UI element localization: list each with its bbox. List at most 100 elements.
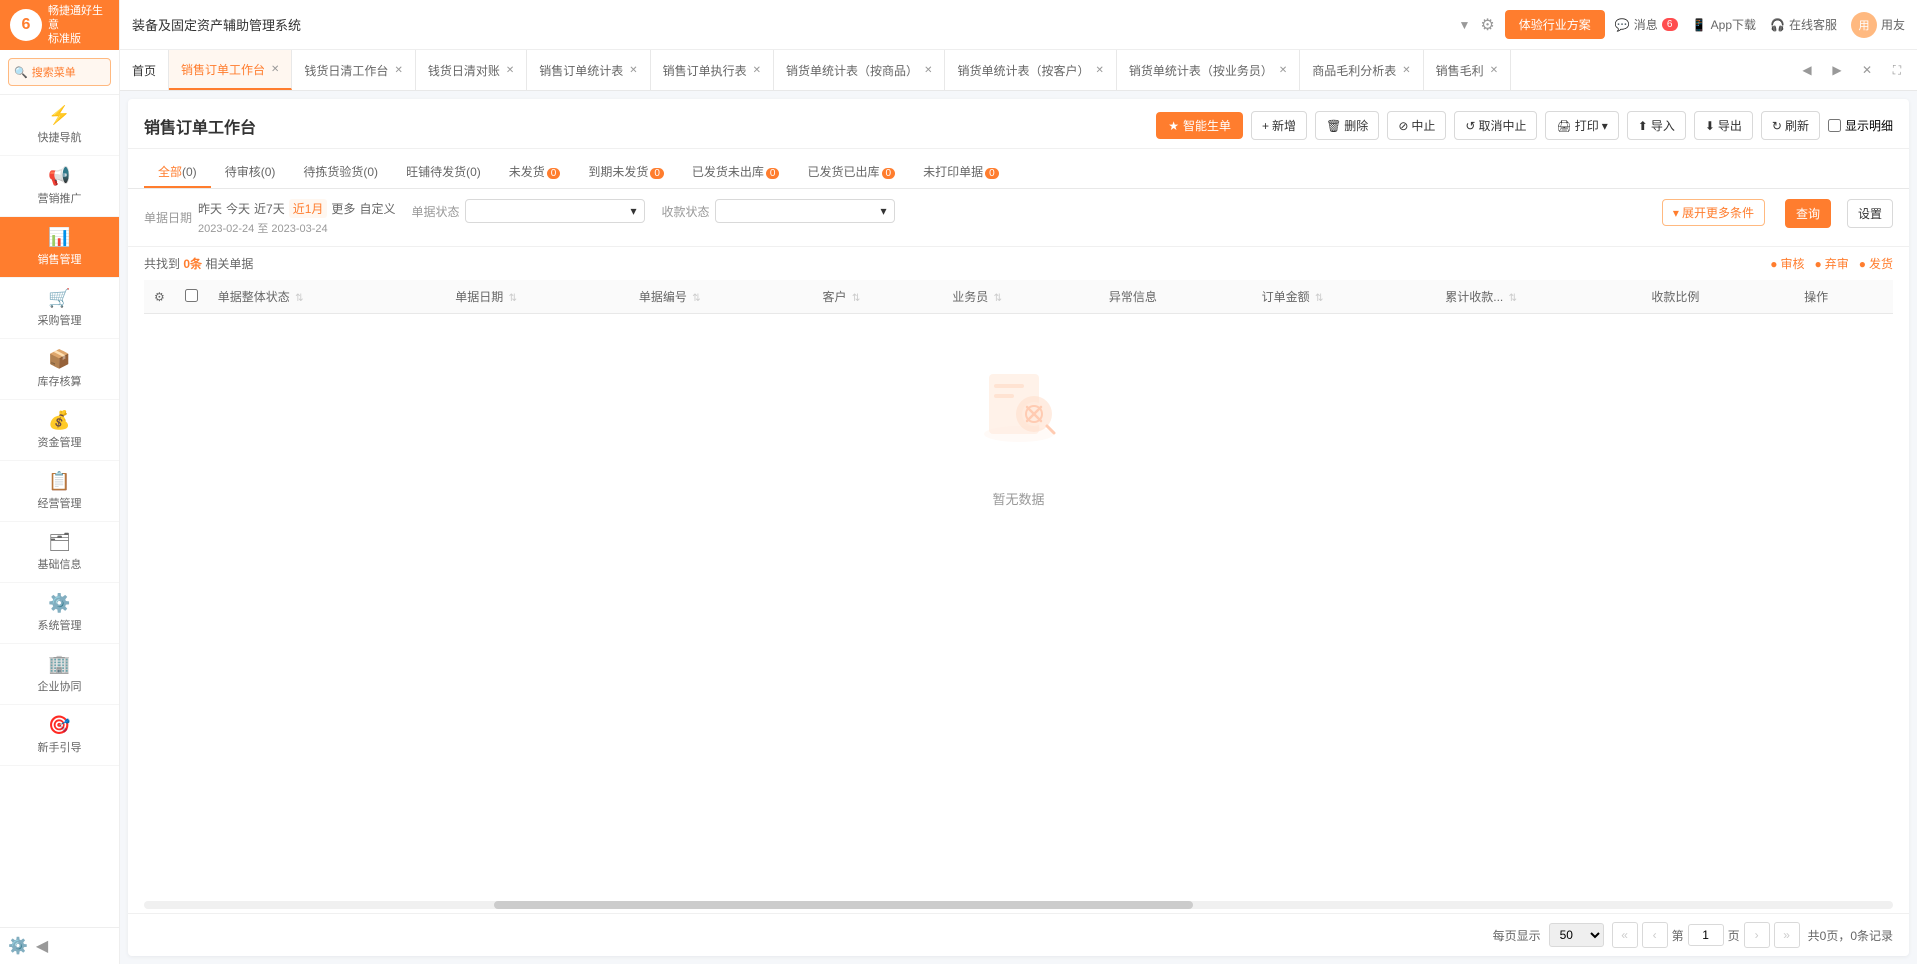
search-menu-button[interactable]: 🔍 搜索菜单	[8, 58, 111, 86]
col-staff[interactable]: 业务员 ⇅	[942, 280, 1099, 314]
sub-tab-shipped-not-out[interactable]: 已发货未出库0	[678, 157, 794, 188]
tab-cash-daily[interactable]: 钱货日清工作台 ✕	[292, 50, 415, 90]
message-item[interactable]: 💬 消息 6	[1615, 16, 1678, 33]
sub-tab-not-printed[interactable]: 未打印单据0	[909, 157, 1013, 188]
show-detail-checkbox[interactable]	[1828, 119, 1841, 132]
smart-create-btn[interactable]: ★ 智能生单	[1156, 112, 1243, 139]
settings-gear-icon[interactable]: ⚙️	[8, 936, 28, 956]
col-checkbox[interactable]	[175, 280, 208, 314]
sidebar-item-basics[interactable]: 🗂 基础信息	[0, 522, 119, 583]
expand-filter-btn[interactable]: ▾ 展开更多条件	[1662, 199, 1765, 226]
tab-home[interactable]: 首页	[120, 50, 169, 90]
col-date[interactable]: 单据日期 ⇅	[445, 280, 629, 314]
first-page-btn[interactable]: «	[1612, 922, 1638, 948]
audit-btn[interactable]: ● 审核	[1770, 255, 1804, 272]
user-item[interactable]: 用 用友	[1851, 12, 1905, 38]
sidebar-item-marketing[interactable]: 📢 营销推广	[0, 156, 119, 217]
sidebar-item-inventory[interactable]: 📦 库存核算	[0, 339, 119, 400]
tab-sales-workbench[interactable]: 销售订单工作台 ✕	[169, 50, 292, 90]
tab-sales-execute[interactable]: 销售订单执行表 ✕	[651, 50, 774, 90]
sidebar-item-operations[interactable]: 📋 经营管理	[0, 461, 119, 522]
sidebar-item-purchase[interactable]: 🛒 采购管理	[0, 278, 119, 339]
tab-close-icon[interactable]: ✕	[271, 64, 279, 75]
export-btn[interactable]: ⬇ 导出	[1694, 111, 1753, 140]
sub-tab-all[interactable]: 全部(0)	[144, 157, 211, 188]
shortcut-custom[interactable]: 自定义	[359, 200, 395, 217]
tab-close-icon[interactable]: ✕	[394, 65, 402, 76]
sub-tab-pending-inspect[interactable]: 待拣货验货(0)	[289, 157, 392, 188]
col-customer[interactable]: 客户 ⇅	[813, 280, 943, 314]
sub-tab-overdue[interactable]: 到期未发货0	[574, 157, 678, 188]
cancel-stop-btn[interactable]: ↺ 取消中止	[1454, 111, 1537, 140]
tab-close-icon[interactable]: ✕	[1095, 65, 1103, 76]
sidebar-item-finance[interactable]: 💰 资金管理	[0, 400, 119, 461]
tab-close-icon[interactable]: ✕	[753, 65, 761, 76]
sub-tab-shipped-out[interactable]: 已发货已出库0	[793, 157, 909, 188]
col-number[interactable]: 单据编号 ⇅	[629, 280, 813, 314]
shortcut-yesterday[interactable]: 昨天	[198, 200, 222, 217]
col-settings[interactable]: ⚙	[144, 280, 175, 314]
system-dropdown-icon[interactable]: ▼	[1458, 18, 1470, 32]
tab-close-icon[interactable]: ✕	[1490, 65, 1498, 76]
scroll-thumb[interactable]	[494, 901, 1194, 909]
sub-tab-pending-review[interactable]: 待审核(0)	[211, 157, 290, 188]
tab-cash-reconcile[interactable]: 钱货日清对账 ✕	[416, 50, 527, 90]
stop-btn[interactable]: ⊘ 中止	[1387, 111, 1446, 140]
col-collected[interactable]: 累计收款... ⇅	[1435, 280, 1641, 314]
last-page-btn[interactable]: »	[1774, 922, 1800, 948]
add-btn[interactable]: + 新增	[1251, 111, 1307, 140]
tab-sales-summary-staff[interactable]: 销货单统计表（按业务员） ✕	[1117, 50, 1300, 90]
horizontal-scrollbar[interactable]	[144, 901, 1893, 909]
col-status[interactable]: 单据整体状态 ⇅	[208, 280, 446, 314]
trial-btn[interactable]: 体验行业方案	[1505, 10, 1605, 39]
shortcut-more[interactable]: 更多	[331, 200, 355, 217]
sidebar-item-system[interactable]: ⚙️ 系统管理	[0, 583, 119, 644]
import-btn[interactable]: ⬆ 导入	[1627, 111, 1686, 140]
next-page-btn[interactable]: ›	[1744, 922, 1770, 948]
app-download-item[interactable]: 📱 App下载	[1692, 16, 1756, 33]
page-size-select[interactable]: 50 10 20 100	[1549, 923, 1604, 947]
ship-btn[interactable]: ● 发货	[1859, 255, 1893, 272]
tab-sales-stats[interactable]: 销售订单统计表 ✕	[527, 50, 650, 90]
tab-close-icon[interactable]: ✕	[1402, 65, 1410, 76]
status-select[interactable]: ▾	[465, 199, 645, 223]
print-btn[interactable]: 🖨 打印 ▾	[1545, 111, 1618, 140]
sub-tab-wangpu[interactable]: 旺铺待发货(0)	[392, 157, 495, 188]
tab-close-icon[interactable]: ✕	[629, 65, 637, 76]
tab-sales-summary-product[interactable]: 销货单统计表（按商品） ✕	[774, 50, 945, 90]
query-btn[interactable]: 查询	[1785, 199, 1831, 228]
shortcut-1month[interactable]: 近1月	[289, 199, 328, 218]
sub-tab-not-shipped[interactable]: 未发货0	[495, 157, 575, 188]
tab-close-icon[interactable]: ✕	[924, 65, 932, 76]
sidebar-item-sales[interactable]: 📊 销售管理	[0, 217, 119, 278]
show-detail-label[interactable]: 显示明细	[1828, 117, 1893, 134]
tab-close-all-btn[interactable]: ✕	[1853, 56, 1881, 84]
shortcut-7days[interactable]: 近7天	[254, 200, 285, 217]
prev-page-btn[interactable]: ‹	[1642, 922, 1668, 948]
sidebar-item-enterprise[interactable]: 🏢 企业协同	[0, 644, 119, 705]
tab-sales-summary-customer[interactable]: 销货单统计表（按客户） ✕	[945, 50, 1116, 90]
date-range-display: 2023-02-24 至 2023-03-24	[198, 220, 395, 236]
online-service-item[interactable]: 🎧 在线客服	[1770, 16, 1837, 33]
tab-close-icon[interactable]: ✕	[506, 65, 514, 76]
sidebar-search[interactable]: 🔍 搜索菜单	[0, 50, 119, 95]
filter-settings-btn[interactable]: 设置	[1847, 199, 1893, 228]
tab-fullscreen-btn[interactable]: ⛶	[1883, 56, 1911, 84]
cancel-audit-btn[interactable]: ● 弃审	[1814, 255, 1848, 272]
payment-select[interactable]: ▾	[715, 199, 895, 223]
page-input[interactable]	[1688, 924, 1724, 946]
tab-product-margin[interactable]: 商品毛利分析表 ✕	[1300, 50, 1423, 90]
shortcut-today[interactable]: 今天	[226, 200, 250, 217]
tab-sales-more[interactable]: 销售毛利 ✕	[1424, 50, 1511, 90]
tab-scroll-left-btn[interactable]: ◀	[1793, 56, 1821, 84]
topbar-gear-icon[interactable]: ⚙	[1480, 15, 1494, 35]
collapse-icon[interactable]: ◀	[36, 936, 48, 956]
sidebar-item-quick-nav[interactable]: ⚡ 快捷导航	[0, 95, 119, 156]
delete-btn[interactable]: 🗑 删除	[1315, 111, 1379, 140]
tab-scroll-right-btn[interactable]: ▶	[1823, 56, 1851, 84]
tab-close-icon[interactable]: ✕	[1279, 65, 1287, 76]
select-all-checkbox[interactable]	[185, 289, 198, 302]
refresh-btn[interactable]: ↻ 刷新	[1761, 111, 1820, 140]
sidebar-item-newbie[interactable]: 🎯 新手引导	[0, 705, 119, 766]
col-amount[interactable]: 订单金额 ⇅	[1252, 280, 1436, 314]
